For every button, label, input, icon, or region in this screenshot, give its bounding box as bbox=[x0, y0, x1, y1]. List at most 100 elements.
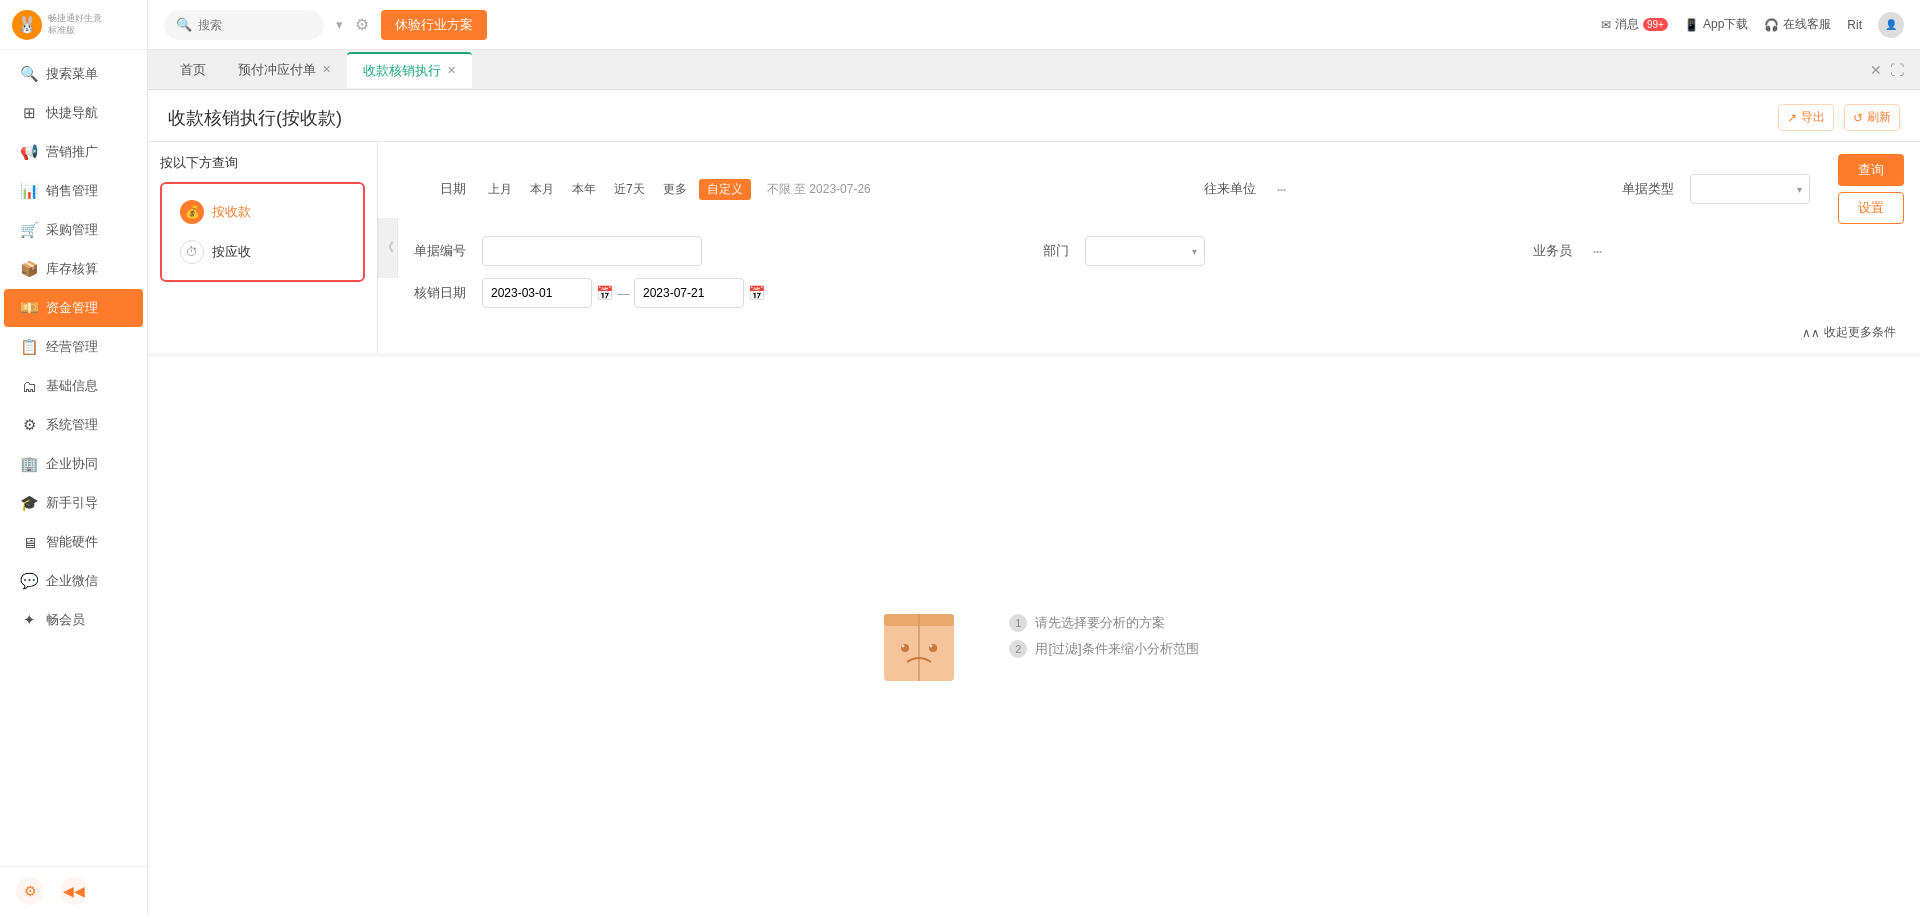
guide-icon: 🎓 bbox=[20, 494, 38, 512]
tab-prepay[interactable]: 预付冲应付单 ✕ bbox=[222, 53, 347, 87]
refresh-button[interactable]: ↺ 刷新 bbox=[1844, 104, 1900, 131]
logo-icon: 🐰 bbox=[12, 10, 42, 40]
doc-type-select[interactable] bbox=[1690, 174, 1810, 204]
close-window-icon[interactable]: ✕ bbox=[1870, 62, 1882, 78]
business-icon: 📋 bbox=[20, 338, 38, 356]
vip-icon: ✦ bbox=[20, 611, 38, 629]
sidebar-item-guide[interactable]: 🎓 新手引导 bbox=[4, 484, 143, 522]
sidebar-item-system[interactable]: ⚙ 系统管理 bbox=[4, 406, 143, 444]
maximize-icon[interactable]: ⛶ bbox=[1890, 62, 1904, 78]
tab-receive[interactable]: 收款核销执行 ✕ bbox=[347, 52, 472, 88]
sidebar-item-business[interactable]: 📋 经营管理 bbox=[4, 328, 143, 366]
doc-no-label: 单据编号 bbox=[414, 242, 466, 260]
dropdown-arrow-icon[interactable]: ▾ bbox=[336, 17, 343, 32]
receipt-icon: 💰 bbox=[180, 200, 204, 224]
sidebar-item-search[interactable]: 🔍 搜索菜单 bbox=[4, 55, 143, 93]
export-button[interactable]: ↗ 导出 bbox=[1778, 104, 1834, 131]
sidebar-item-hardware[interactable]: 🖥 智能硬件 bbox=[4, 523, 143, 561]
calendar-start-icon[interactable]: 📅 bbox=[596, 285, 613, 301]
doc-no-input[interactable] bbox=[482, 236, 702, 266]
sidebar-item-quicknav[interactable]: ⊞ 快捷导航 bbox=[4, 94, 143, 132]
verify-date-end-input[interactable] bbox=[634, 278, 744, 308]
app-logo: 🐰 畅捷通好生意 标准版 bbox=[0, 0, 147, 50]
collapse-more-btn[interactable]: ∧∧ 收起更多条件 bbox=[1802, 324, 1904, 341]
sidebar-item-sales[interactable]: 📊 销售管理 bbox=[4, 172, 143, 210]
close-tab-receive-icon[interactable]: ✕ bbox=[447, 64, 456, 77]
collapse-chevron-icon: ∧∧ bbox=[1802, 326, 1820, 340]
collapse-filter-btn[interactable]: 《 bbox=[378, 218, 398, 278]
sidebar-item-enterprise[interactable]: 🏢 企业协同 bbox=[4, 445, 143, 483]
settings-bottom-icon[interactable]: ⚙ bbox=[16, 877, 44, 905]
empty-state: 1 请先选择要分析的方案 2 用[过滤]条件来缩小分析范围 bbox=[148, 357, 1920, 915]
sidebar-item-purchase[interactable]: 🛒 采购管理 bbox=[4, 211, 143, 249]
filter-option-receivable[interactable]: ⏱ 按应收 bbox=[170, 232, 355, 272]
message-btn[interactable]: ✉ 消息 99+ bbox=[1601, 16, 1668, 33]
staff-ellipsis-icon[interactable]: ··· bbox=[1588, 241, 1605, 262]
sidebar-item-wechat[interactable]: 💬 企业微信 bbox=[4, 562, 143, 600]
filter-row-3: 核销日期 📅 — 📅 bbox=[414, 278, 1904, 308]
empty-text-group: 1 请先选择要分析的方案 2 用[过滤]条件来缩小分析范围 bbox=[1009, 614, 1198, 658]
tab-home[interactable]: 首页 bbox=[164, 53, 222, 87]
topbar: 🔍 ▾ ⚙ 休验行业方案 ✉ 消息 99+ 📱 App下载 🎧 在线客服 Rit… bbox=[148, 0, 1920, 50]
solution-button[interactable]: 休验行业方案 bbox=[381, 10, 487, 40]
sidebar-item-basic[interactable]: 🗂 基础信息 bbox=[4, 367, 143, 405]
dept-select-wrapper bbox=[1085, 236, 1205, 266]
close-tab-prepay-icon[interactable]: ✕ bbox=[322, 63, 331, 76]
dept-select[interactable] bbox=[1085, 236, 1205, 266]
user-name[interactable]: Rit bbox=[1847, 18, 1862, 32]
date-btn-custom[interactable]: 自定义 bbox=[699, 179, 751, 200]
empty-hint-1: 1 请先选择要分析的方案 bbox=[1009, 614, 1198, 632]
sidebar-item-finance[interactable]: 💴 资金管理 bbox=[4, 289, 143, 327]
headset-icon: 🎧 bbox=[1764, 18, 1779, 32]
search-bar[interactable]: 🔍 bbox=[164, 10, 324, 40]
calendar-end-icon[interactable]: 📅 bbox=[748, 285, 765, 301]
sales-icon: 📊 bbox=[20, 182, 38, 200]
partner-label: 往来单位 bbox=[1204, 180, 1256, 198]
date-btn-7days[interactable]: 近7天 bbox=[608, 179, 651, 200]
verify-date-start-input[interactable] bbox=[482, 278, 592, 308]
date-range-text: 不限 至 2023-07-26 bbox=[767, 181, 871, 198]
empty-hint-2: 2 用[过滤]条件来缩小分析范围 bbox=[1009, 640, 1198, 658]
filter-type-selector: 按以下方查询 💰 按收款 ⏱ 按应收 bbox=[148, 142, 378, 353]
topbar-gear-icon[interactable]: ⚙ bbox=[355, 15, 369, 34]
search-input[interactable] bbox=[198, 18, 308, 32]
filter-type-title: 按以下方查询 bbox=[160, 154, 365, 172]
refresh-icon: ↺ bbox=[1853, 111, 1863, 125]
tab-bar: 首页 预付冲应付单 ✕ 收款核销执行 ✕ ✕ ⛶ bbox=[148, 50, 1920, 90]
system-icon: ⚙ bbox=[20, 416, 38, 434]
date-btn-thisyear[interactable]: 本年 bbox=[566, 179, 602, 200]
collapse-sidebar-btn[interactable]: ◀◀ bbox=[60, 877, 88, 905]
app-download-btn[interactable]: 📱 App下载 bbox=[1684, 16, 1748, 33]
staff-label: 业务员 bbox=[1520, 242, 1572, 260]
finance-icon: 💴 bbox=[20, 299, 38, 317]
empty-illustration bbox=[869, 586, 969, 686]
query-button[interactable]: 查询 bbox=[1838, 154, 1904, 186]
user-avatar[interactable]: 👤 bbox=[1878, 12, 1904, 38]
svg-point-5 bbox=[902, 645, 905, 648]
svg-point-6 bbox=[930, 645, 933, 648]
logo-text: 畅捷通好生意 标准版 bbox=[48, 13, 102, 36]
search-icon: 🔍 bbox=[176, 17, 192, 32]
sidebar-item-vip[interactable]: ✦ 畅会员 bbox=[4, 601, 143, 639]
filter-row-2: 单据编号 部门 业务员 ··· bbox=[414, 236, 1904, 266]
page-action-buttons: ↗ 导出 ↺ 刷新 bbox=[1778, 104, 1900, 131]
date-btn-more[interactable]: 更多 bbox=[657, 179, 693, 200]
home-icon: ⊞ bbox=[20, 104, 38, 122]
date-btn-thismonth[interactable]: 本月 bbox=[524, 179, 560, 200]
partner-ellipsis-icon[interactable]: ··· bbox=[1272, 179, 1289, 200]
dept-label: 部门 bbox=[1017, 242, 1069, 260]
date-label: 日期 bbox=[414, 180, 466, 198]
search-icon: 🔍 bbox=[20, 65, 38, 83]
verify-date-label: 核销日期 bbox=[414, 284, 466, 302]
sidebar-item-inventory[interactable]: 📦 库存核算 bbox=[4, 250, 143, 288]
filter-area: 按以下方查询 💰 按收款 ⏱ 按应收 《 bbox=[148, 142, 1920, 353]
date-btn-lastmonth[interactable]: 上月 bbox=[482, 179, 518, 200]
settings-button[interactable]: 设置 bbox=[1838, 192, 1904, 224]
sidebar-item-marketing[interactable]: 📢 营销推广 bbox=[4, 133, 143, 171]
window-controls: ✕ ⛶ bbox=[1870, 62, 1904, 78]
verify-date-range: 📅 — 📅 bbox=[482, 278, 765, 308]
online-service-btn[interactable]: 🎧 在线客服 bbox=[1764, 16, 1831, 33]
hardware-icon: 🖥 bbox=[20, 534, 38, 551]
filter-option-receipt[interactable]: 💰 按收款 bbox=[170, 192, 355, 232]
topbar-actions: ✉ 消息 99+ 📱 App下载 🎧 在线客服 Rit 👤 bbox=[1601, 12, 1904, 38]
